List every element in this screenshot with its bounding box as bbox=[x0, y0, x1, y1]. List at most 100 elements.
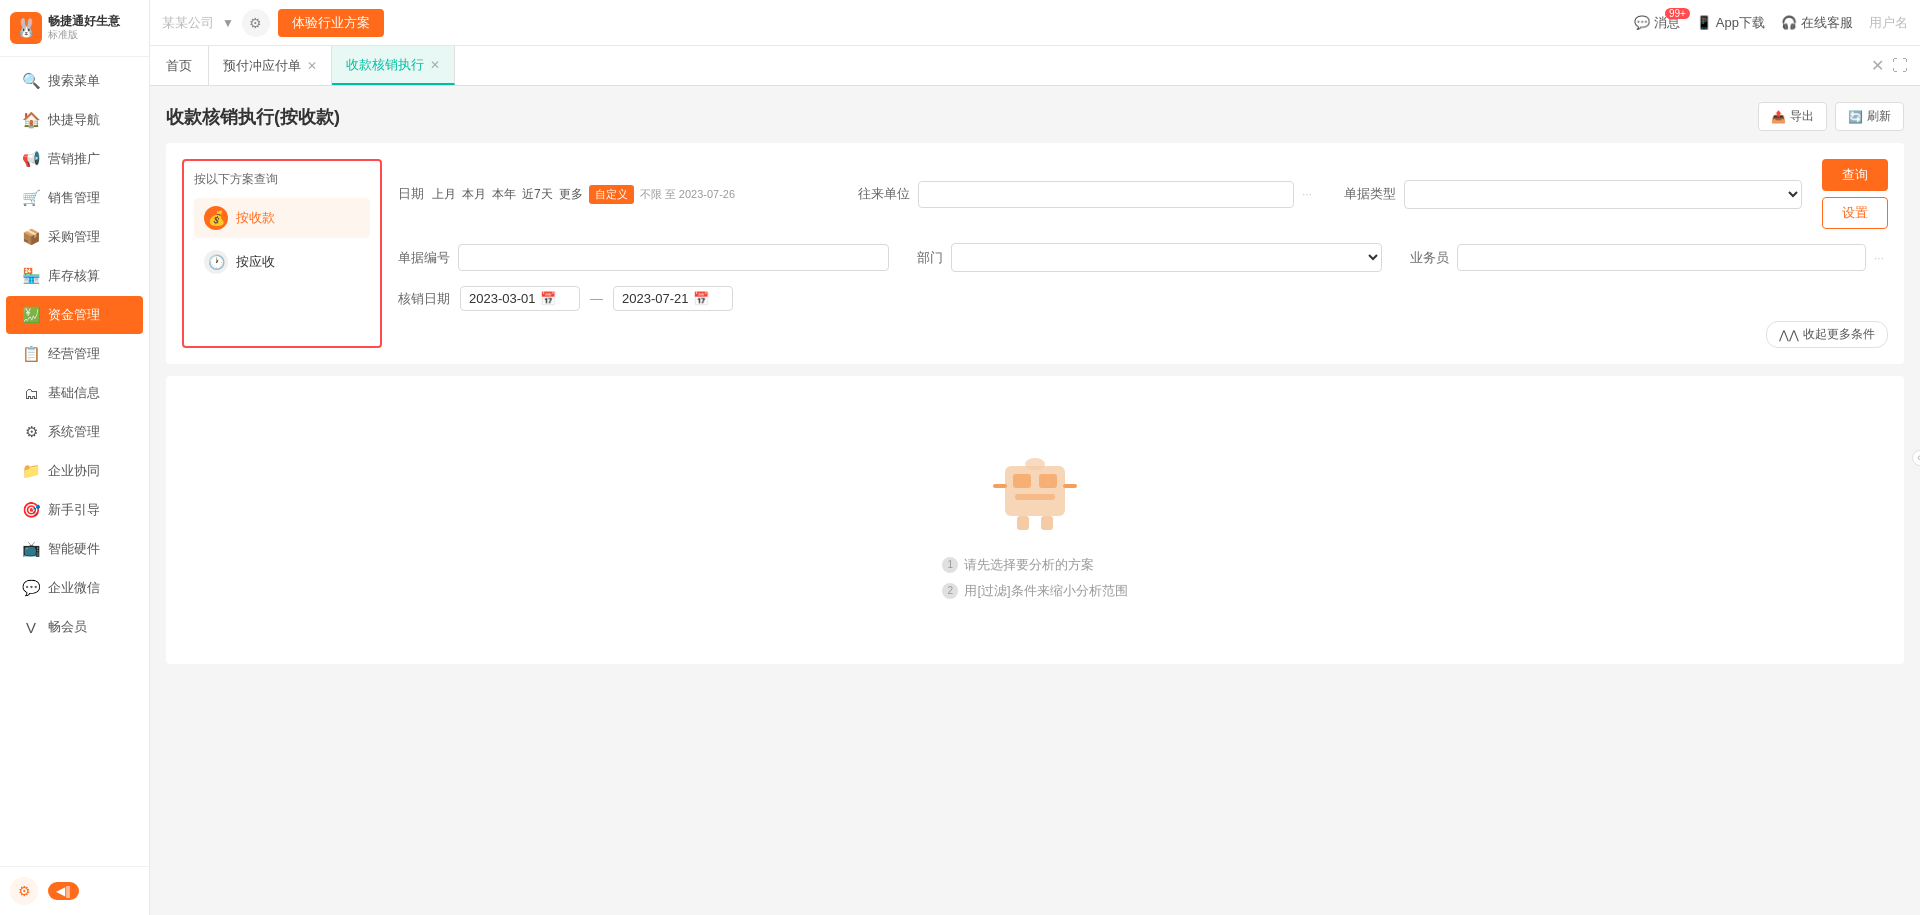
doc-num-label: 单据编号 bbox=[398, 249, 450, 267]
query-action-group: 查询 设置 bbox=[1810, 159, 1888, 229]
message-btn[interactable]: 💬 消息 99+ bbox=[1634, 14, 1680, 32]
doc-type-label: 单据类型 bbox=[1324, 185, 1396, 203]
export-btn[interactable]: 📤 导出 bbox=[1758, 102, 1827, 131]
svg-rect-6 bbox=[1017, 516, 1029, 530]
app-download-btn[interactable]: 📱 App下载 bbox=[1696, 14, 1765, 32]
nav-icon-14: V bbox=[22, 619, 40, 636]
sidebar-item-9[interactable]: ⚙系统管理 bbox=[6, 413, 143, 451]
date-link-last-month[interactable]: 上月 bbox=[432, 186, 456, 203]
nav-label-10: 企业协同 bbox=[48, 462, 100, 480]
svg-rect-7 bbox=[1041, 516, 1053, 530]
sidebar-collapse-btn[interactable]: ◀‖ bbox=[48, 882, 79, 900]
page-header: 收款核销执行(按收款) 📤 导出 🔄 刷新 bbox=[166, 102, 1904, 131]
nav-label-2: 营销推广 bbox=[48, 150, 100, 168]
sidebar-item-11[interactable]: 🎯新手引导 bbox=[6, 491, 143, 529]
setting-btn[interactable]: 设置 bbox=[1822, 197, 1888, 229]
top-bar: 某某公司 ▼ ⚙ 体验行业方案 💬 消息 99+ 📱 App下载 🎧 在线客服 … bbox=[150, 0, 1920, 46]
salesman-input-group: ··· bbox=[1457, 244, 1888, 271]
verify-date-start-input[interactable]: 2023-03-01 📅 bbox=[460, 286, 580, 311]
filter-option-by-receipt[interactable]: 💰 按收款 bbox=[194, 198, 370, 238]
date-link-this-year[interactable]: 本年 bbox=[492, 186, 516, 203]
nav-label-4: 采购管理 bbox=[48, 228, 100, 246]
by-receivable-icon: 🕐 bbox=[204, 250, 228, 274]
sidebar-item-3[interactable]: 🛒销售管理 bbox=[6, 179, 143, 217]
sidebar-item-14[interactable]: V 畅会员 bbox=[6, 608, 143, 646]
verify-date-start-value: 2023-03-01 bbox=[469, 291, 536, 306]
sidebar-item-4[interactable]: 📦采购管理 bbox=[6, 218, 143, 256]
empty-tip-1: 1 请先选择要分析的方案 bbox=[942, 552, 1127, 578]
user-avatar[interactable]: 用户名 bbox=[1869, 14, 1908, 32]
sidebar-item-8[interactable]: 🗂基础信息 bbox=[6, 374, 143, 412]
nav-icon-11: 🎯 bbox=[22, 501, 40, 519]
verify-date-end-value: 2023-07-21 bbox=[622, 291, 689, 306]
tab-prepay-close[interactable]: ✕ bbox=[307, 59, 317, 73]
nav-icon-1: 🏠 bbox=[22, 111, 40, 129]
filter-panel: 按以下方案查询 💰 按收款 🕐 按应收 « 日期 上月 本 bbox=[166, 143, 1904, 364]
collapse-more-btn[interactable]: ⋀⋀ 收起更多条件 bbox=[1766, 321, 1888, 348]
doc-type-select[interactable] bbox=[1404, 180, 1802, 209]
nav-label-14: 畅会员 bbox=[48, 618, 87, 636]
sidebar-item-7[interactable]: 📋经营管理 bbox=[6, 335, 143, 373]
salesman-input[interactable] bbox=[1457, 244, 1866, 271]
sidebar-item-12[interactable]: 📺 智能硬件 bbox=[6, 530, 143, 568]
sidebar-item-10[interactable]: 📁企业协同 bbox=[6, 452, 143, 490]
app-subtitle: 标准版 bbox=[48, 28, 120, 42]
unit-dots[interactable]: ··· bbox=[1298, 187, 1316, 201]
unit-input[interactable] bbox=[918, 181, 1294, 208]
sidebar-item-0[interactable]: 🔍搜索菜单 bbox=[6, 62, 143, 100]
page-actions: 📤 导出 🔄 刷新 bbox=[1758, 102, 1904, 131]
empty-state: 1 请先选择要分析的方案 2 用[过滤]条件来缩小分析范围 bbox=[166, 376, 1904, 664]
nav-label-9: 系统管理 bbox=[48, 423, 100, 441]
doc-num-input-group bbox=[458, 244, 889, 271]
date-link-this-month[interactable]: 本月 bbox=[462, 186, 486, 203]
nav-icon-12: 📺 bbox=[22, 540, 40, 558]
sidebar-item-5[interactable]: 🏪库存核算 bbox=[6, 257, 143, 295]
tab-home[interactable]: 首页 bbox=[150, 46, 209, 85]
nav-label-1: 快捷导航 bbox=[48, 111, 100, 129]
filter-option-by-receivable[interactable]: 🕐 按应收 bbox=[194, 242, 370, 282]
salesman-dots[interactable]: ··· bbox=[1870, 251, 1888, 265]
sidebar-item-2[interactable]: 📢营销推广 bbox=[6, 140, 143, 178]
tab-prepay[interactable]: 预付冲应付单 ✕ bbox=[209, 46, 332, 85]
app-label: App下载 bbox=[1716, 14, 1765, 32]
tab-fullscreen-icon[interactable]: ⛶ bbox=[1892, 57, 1908, 75]
salesman-label: 业务员 bbox=[1390, 249, 1449, 267]
tab-bar-actions: ✕ ⛶ bbox=[1871, 56, 1920, 75]
by-receivable-label: 按应收 bbox=[236, 253, 275, 271]
export-label: 导出 bbox=[1790, 108, 1814, 125]
dept-select[interactable] bbox=[951, 243, 1382, 272]
app-logo-icon: 🐰 bbox=[10, 12, 42, 44]
sidebar-item-13[interactable]: 💬 企业微信 bbox=[6, 569, 143, 607]
filter-collapse-side-btn[interactable]: « bbox=[1912, 450, 1920, 466]
verify-date-end-input[interactable]: 2023-07-21 📅 bbox=[613, 286, 733, 311]
date-custom-btn[interactable]: 自定义 bbox=[589, 185, 634, 204]
tab-close-all-icon[interactable]: ✕ bbox=[1871, 56, 1884, 75]
doc-type-group bbox=[1404, 180, 1802, 209]
query-btn[interactable]: 查询 bbox=[1822, 159, 1888, 191]
nav-label-13: 企业微信 bbox=[48, 579, 100, 597]
date-range-display: 不限 至 2023-07-26 bbox=[640, 187, 735, 202]
online-service-btn[interactable]: 🎧 在线客服 bbox=[1781, 14, 1853, 32]
app-title: 畅捷通好生意 bbox=[48, 14, 120, 28]
doc-num-input[interactable] bbox=[458, 244, 889, 271]
unit-label: 往来单位 bbox=[838, 185, 910, 203]
refresh-btn[interactable]: 🔄 刷新 bbox=[1835, 102, 1904, 131]
industry-solution-btn[interactable]: 体验行业方案 bbox=[278, 9, 384, 37]
date-link-7days[interactable]: 近7天 bbox=[522, 186, 553, 203]
settings-icon[interactable]: ⚙ bbox=[10, 877, 38, 905]
tab-receipt[interactable]: 收款核销执行 ✕ bbox=[332, 46, 455, 85]
tab-receipt-close[interactable]: ✕ bbox=[430, 58, 440, 72]
calendar-icon-end: 📅 bbox=[693, 291, 709, 306]
date-link-more[interactable]: 更多 bbox=[559, 186, 583, 203]
company-dropdown-icon[interactable]: ▼ bbox=[222, 16, 234, 30]
sidebar-item-6[interactable]: 💹资金管理 bbox=[6, 296, 143, 334]
settings-gear-btn[interactable]: ⚙ bbox=[242, 9, 270, 37]
nav-label-5: 库存核算 bbox=[48, 267, 100, 285]
message-icon: 💬 bbox=[1634, 15, 1650, 30]
nav-icon-13: 💬 bbox=[22, 579, 40, 597]
sidebar-item-1[interactable]: 🏠 快捷导航 bbox=[6, 101, 143, 139]
nav-label-0: 搜索菜单 bbox=[48, 72, 100, 90]
nav-icon-8: 🗂 bbox=[22, 385, 40, 402]
nav-label-12: 智能硬件 bbox=[48, 540, 100, 558]
refresh-icon: 🔄 bbox=[1848, 110, 1863, 124]
